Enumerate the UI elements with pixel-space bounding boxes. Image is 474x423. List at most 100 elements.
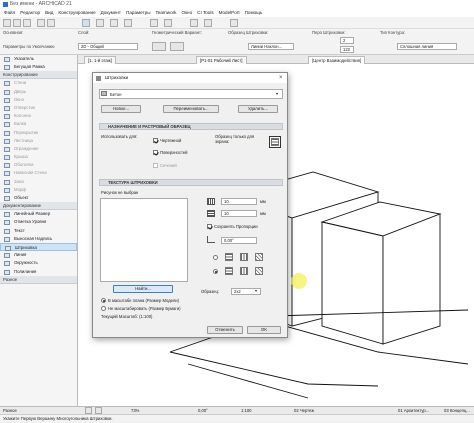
toolbox-item[interactable]: Выносная Надпись <box>0 235 77 243</box>
zoom-value[interactable]: 73% <box>131 408 139 413</box>
toolbox-section-header[interactable]: Конструирование <box>0 71 77 80</box>
origin-radio-1[interactable] <box>213 255 218 260</box>
menu-teamwork[interactable]: Teamwork <box>156 10 177 15</box>
menu-citools[interactable]: CI Tools <box>197 10 214 15</box>
layout-2[interactable]: 01 Архитектур... <box>398 408 429 413</box>
toolbox-item[interactable]: Оболочка <box>0 161 77 169</box>
elevation-icon[interactable] <box>204 19 212 27</box>
pattern-icon-6[interactable] <box>255 267 263 275</box>
toolbox-item[interactable]: Навесная Стена <box>0 169 77 177</box>
angle-value[interactable]: 0,00° <box>198 408 208 413</box>
pattern-icon-2[interactable] <box>240 253 248 261</box>
find-button[interactable]: Найти... <box>113 285 173 293</box>
contour-select[interactable]: Сплошная линия <box>397 43 457 50</box>
toolbox-item[interactable]: Лестница <box>0 137 77 145</box>
open-icon[interactable] <box>13 19 21 27</box>
cancel-button[interactable]: Отменить <box>207 326 243 334</box>
geometry-rect-icon[interactable] <box>152 42 166 51</box>
toolbox-item[interactable]: Окружность <box>0 259 77 267</box>
toolbox-item[interactable]: Зона <box>0 178 77 186</box>
toolbox-item[interactable]: Колонна <box>0 112 77 120</box>
redo-icon[interactable] <box>47 19 55 27</box>
keep-ratio-checkbox[interactable] <box>207 224 212 229</box>
toolbox-item[interactable]: Балка <box>0 120 77 128</box>
toolbox-item[interactable]: Перекрытие <box>0 129 77 137</box>
draft-checkbox[interactable] <box>153 138 158 143</box>
menu-window[interactable]: Окно <box>181 10 192 15</box>
plan-scale-radio[interactable] <box>101 298 106 303</box>
section-purpose[interactable]: НАЗНАЧЕНИЕ И РАСТРОВЫЙ ОБРАЗЕЦ <box>99 123 283 130</box>
grid-snap-icon[interactable] <box>110 19 118 27</box>
toolbox-item[interactable]: Крыша <box>0 153 77 161</box>
new-button[interactable]: Новое... <box>101 105 141 113</box>
pattern-preview[interactable] <box>269 136 281 148</box>
menu-document[interactable]: Документ <box>101 10 121 15</box>
layout-1[interactable]: 02 Чертеж <box>294 408 314 413</box>
new-icon[interactable] <box>3 19 11 27</box>
hatch-select[interactable]: Бетон <box>99 89 283 99</box>
hatch-sample-select[interactable]: Линии Наклон... <box>248 43 294 50</box>
layer-icon[interactable] <box>150 19 158 27</box>
toolbox-item[interactable]: Объект <box>0 194 77 202</box>
menu-file[interactable]: Файл <box>4 10 15 15</box>
toolbox-item[interactable]: Линейный Размер <box>0 210 77 218</box>
toolbox-item[interactable]: Морф <box>0 186 77 194</box>
pen-field-1[interactable]: 2 <box>340 37 354 44</box>
ok-button[interactable]: OK <box>247 326 281 334</box>
angle-field[interactable]: 0,00° <box>221 237 257 244</box>
toolbox-item[interactable]: Штриховка <box>0 242 77 252</box>
pattern-icon-4[interactable] <box>225 267 233 275</box>
toolbox-item[interactable]: Текст <box>0 227 77 235</box>
save-icon[interactable] <box>23 19 31 27</box>
width-field[interactable]: 10 <box>221 198 257 205</box>
toolbox-item[interactable]: Полилиния <box>0 268 77 276</box>
toolbox-item[interactable]: Линия <box>0 251 77 259</box>
toolbox-item[interactable]: Указатель <box>0 55 77 63</box>
tab-worksheet[interactable]: [Р1-01 Рабочий Лист] <box>196 56 247 64</box>
scale-value[interactable]: 1:100 <box>241 408 251 413</box>
pattern-icon-5[interactable] <box>240 267 248 275</box>
publish-icon[interactable] <box>230 19 238 27</box>
chevron-down-icon[interactable]: ▾ <box>255 288 257 293</box>
toolbox-item[interactable]: Бегущая Рамка <box>0 63 77 71</box>
tab-collaboration[interactable]: [Центр Взаимодействия] <box>308 56 366 64</box>
toolbox-item[interactable]: Отверстие <box>0 104 77 112</box>
toolbox-item[interactable]: Дверь <box>0 88 77 96</box>
origin-radio-2[interactable] <box>213 269 218 274</box>
menu-edit[interactable]: Редактор <box>20 10 40 15</box>
menu-design[interactable]: Конструирование <box>58 10 95 15</box>
rename-button[interactable]: Переименовать... <box>163 105 219 113</box>
toolbox-item[interactable]: Стена <box>0 79 77 87</box>
menu-options[interactable]: Параметры <box>126 10 151 15</box>
menu-modelport[interactable]: ModelPort <box>219 10 240 15</box>
toolbox-section-header[interactable]: Документирование <box>0 202 77 211</box>
menu-view[interactable]: Вид <box>45 10 53 15</box>
trace-icon[interactable] <box>124 19 132 27</box>
magic-wand-icon[interactable] <box>96 19 104 27</box>
layout-3[interactable]: 03 Концепц... <box>444 408 470 413</box>
redo-icon[interactable] <box>95 407 102 414</box>
geometry-poly-icon[interactable] <box>170 42 184 51</box>
tab-floor-1[interactable]: [1. 1-й этаж] <box>84 56 116 64</box>
menu-help[interactable]: Помощь <box>245 10 263 15</box>
3d-view-icon[interactable] <box>164 19 172 27</box>
height-field[interactable]: 10 <box>221 210 257 217</box>
toolbox-item[interactable]: Отметка Уровня <box>0 218 77 226</box>
undo-icon[interactable] <box>85 407 92 414</box>
chevron-down-icon[interactable]: ▾ <box>276 91 278 96</box>
close-icon[interactable]: × <box>279 75 283 81</box>
fixed-scale-radio[interactable] <box>101 306 106 311</box>
layer-select[interactable]: 2D - Общий <box>78 43 138 50</box>
arrow-tool-icon[interactable] <box>82 19 90 27</box>
pen-field-2[interactable]: 122 <box>340 46 354 53</box>
toolbox-item[interactable]: Ограждение <box>0 145 77 153</box>
section-texture[interactable]: ТЕКСТУРА ШТРИХОВКИ <box>99 179 283 186</box>
undo-icon[interactable] <box>37 19 45 27</box>
delete-button[interactable]: Удалить... <box>238 105 278 113</box>
surface-checkbox[interactable] <box>153 150 158 155</box>
pattern-icon-1[interactable] <box>225 253 233 261</box>
toolbox-section-header[interactable]: Разное <box>0 275 77 284</box>
section-icon[interactable] <box>190 19 198 27</box>
pattern-icon-3[interactable] <box>255 253 263 261</box>
toolbox-item[interactable]: Окно <box>0 96 77 104</box>
